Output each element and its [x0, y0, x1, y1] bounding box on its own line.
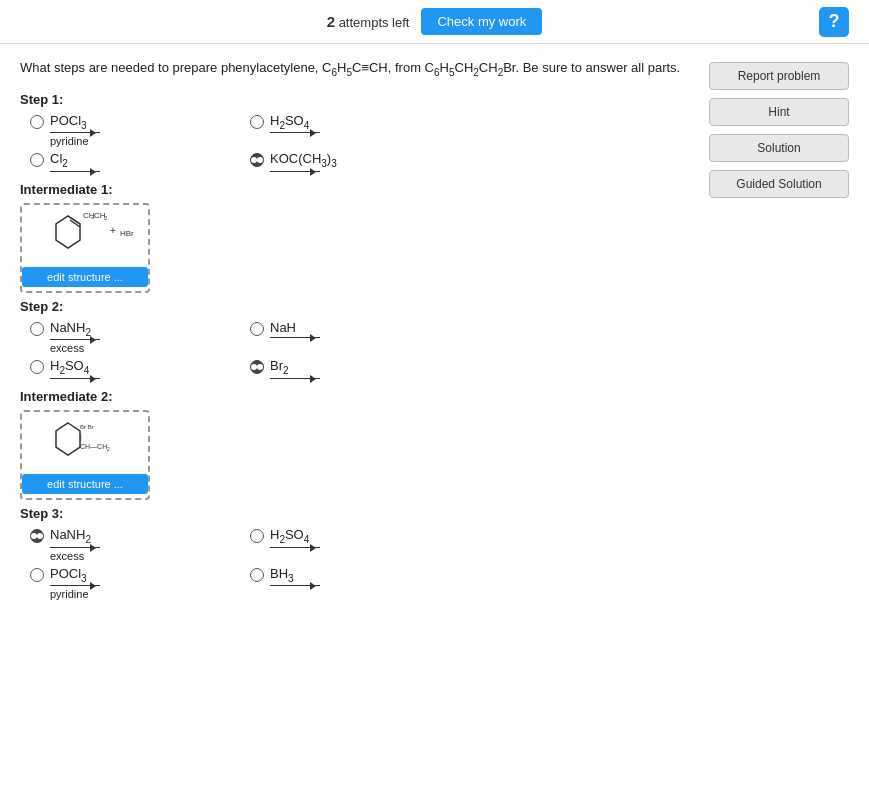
step-3-section: Step 3: NaNH2 excess [20, 506, 689, 600]
top-bar-center: 2 attempts left Check my work [327, 8, 543, 35]
svg-text:|: | [80, 433, 82, 441]
attempts-count: 2 [327, 13, 335, 30]
step-1-chem-2: H2SO4 [270, 113, 320, 134]
step-3-option-2: H2SO4 [250, 527, 470, 562]
step-3-reagent-2b: BH3 [270, 566, 320, 584]
step-3-reagent-1b: H2SO4 [270, 527, 320, 545]
intermediate-2-section: Intermediate 2: Br Br | CH—CH 2 [20, 389, 689, 500]
step-1-section: Step 1: POCl3 pyridine [20, 92, 689, 172]
molecule-2-svg: Br Br | CH—CH 2 [30, 413, 140, 473]
step-2-option-3: H2SO4 [30, 358, 250, 379]
attempts-suffix: attempts left [339, 15, 410, 30]
step-3-radio-2[interactable] [250, 529, 264, 543]
intermediate-2-edit-button[interactable]: edit structure ... [22, 474, 148, 494]
intermediate-1-molecule: CH = CH 2 + HBr [22, 205, 148, 267]
step-1-chem-4: KOC(CH3)3 [270, 151, 337, 172]
step-2-section: Step 2: NaNH2 excess [20, 299, 689, 379]
step-1-chem-1: POCl3 pyridine [50, 113, 100, 148]
step-2-chem-3: H2SO4 [50, 358, 100, 379]
top-bar: 2 attempts left Check my work ? [0, 0, 869, 44]
step-3-radio-1[interactable] [30, 529, 44, 543]
intermediate-1-edit-button[interactable]: edit structure ... [22, 267, 148, 287]
step-1-option-2: H2SO4 [250, 113, 470, 148]
step-1-option-4: KOC(CH3)3 [250, 151, 470, 172]
step-1-label: Step 1: [20, 92, 689, 107]
question-text: What steps are needed to prepare phenyla… [20, 58, 689, 80]
step-1-reagent-1b: H2SO4 [270, 113, 320, 131]
step-1-options: POCl3 pyridine H2SO4 [20, 113, 689, 172]
step-1-reagent-2b: KOC(CH3)3 [270, 151, 337, 169]
svg-text:Br  Br: Br Br [80, 424, 94, 430]
step-2-radio-4[interactable] [250, 360, 264, 374]
main-content: What steps are needed to prepare phenyla… [0, 44, 869, 800]
check-my-work-button[interactable]: Check my work [421, 8, 542, 35]
step-3-chem-4: BH3 [270, 566, 320, 587]
attempts-text: 2 attempts left [327, 13, 410, 30]
step-2-radio-1[interactable] [30, 322, 44, 336]
step-2-label: Step 2: [20, 299, 689, 314]
step-1-reagent-2a: Cl2 [50, 151, 100, 169]
svg-text:+: + [110, 225, 116, 236]
step-3-chem-1: NaNH2 excess [50, 527, 100, 562]
molecule-1-svg: CH = CH 2 + HBr [30, 206, 140, 266]
svg-text:2: 2 [107, 446, 110, 452]
step-2-chem-2: NaH [270, 320, 320, 338]
step-1-chem-3: Cl2 [50, 151, 100, 172]
right-panel: Report problem Hint Solution Guided Solu… [709, 58, 849, 786]
step-3-option-4: BH3 [250, 566, 470, 601]
step-2-chem-1: NaNH2 excess [50, 320, 100, 355]
hint-button[interactable]: Hint [709, 98, 849, 126]
step-2-reagent-2b: Br2 [270, 358, 320, 376]
step-3-radio-4[interactable] [250, 568, 264, 582]
step-3-radio-3[interactable] [30, 568, 44, 582]
guided-solution-button[interactable]: Guided Solution [709, 170, 849, 198]
intermediate-1-section: Intermediate 1: CH = C [20, 182, 689, 293]
step-2-radio-3[interactable] [30, 360, 44, 374]
step-1-radio-1[interactable] [30, 115, 44, 129]
step-2-radio-2[interactable] [250, 322, 264, 336]
step-2-reagent-2a: H2SO4 [50, 358, 100, 376]
svg-text:CH—CH: CH—CH [80, 443, 107, 450]
step-3-chem-3: POCl3 pyridine [50, 566, 100, 601]
left-panel: What steps are needed to prepare phenyla… [20, 58, 689, 786]
step-1-option-3: Cl2 [30, 151, 250, 172]
help-button[interactable]: ? [819, 7, 849, 37]
intermediate-1-label: Intermediate 1: [20, 182, 689, 197]
step-3-reagent-2a: POCl3 [50, 566, 100, 584]
step-3-options: NaNH2 excess H2SO4 [20, 527, 689, 600]
solution-button[interactable]: Solution [709, 134, 849, 162]
step-3-chem-2: H2SO4 [270, 527, 320, 548]
step-2-option-4: Br2 [250, 358, 470, 379]
step-3-label: Step 3: [20, 506, 689, 521]
intermediate-2-structure-box: Br Br | CH—CH 2 edit structure ... [20, 410, 150, 500]
step-1-option-1: POCl3 pyridine [30, 113, 250, 148]
step-2-reagent-1b: NaH [270, 320, 320, 335]
svg-text:HBr: HBr [120, 229, 134, 238]
report-problem-button[interactable]: Report problem [709, 62, 849, 90]
step-1-radio-4[interactable] [250, 153, 264, 167]
svg-text:2: 2 [104, 215, 108, 221]
intermediate-2-molecule: Br Br | CH—CH 2 [22, 412, 148, 474]
step-1-radio-3[interactable] [30, 153, 44, 167]
step-1-reagent-1a: POCl3 [50, 113, 100, 131]
svg-marker-9 [56, 423, 80, 455]
intermediate-2-label: Intermediate 2: [20, 389, 689, 404]
step-3-option-3: POCl3 pyridine [30, 566, 250, 601]
step-2-chem-4: Br2 [270, 358, 320, 379]
step-1-radio-2[interactable] [250, 115, 264, 129]
step-2-reagent-1a: NaNH2 [50, 320, 100, 338]
step-2-options: NaNH2 excess NaH [20, 320, 689, 379]
step-2-option-1: NaNH2 excess [30, 320, 250, 355]
step-3-option-1: NaNH2 excess [30, 527, 250, 562]
intermediate-1-structure-box: CH = CH 2 + HBr edit structure ... [20, 203, 150, 293]
step-3-reagent-1a: NaNH2 [50, 527, 100, 545]
step-2-option-2: NaH [250, 320, 470, 355]
